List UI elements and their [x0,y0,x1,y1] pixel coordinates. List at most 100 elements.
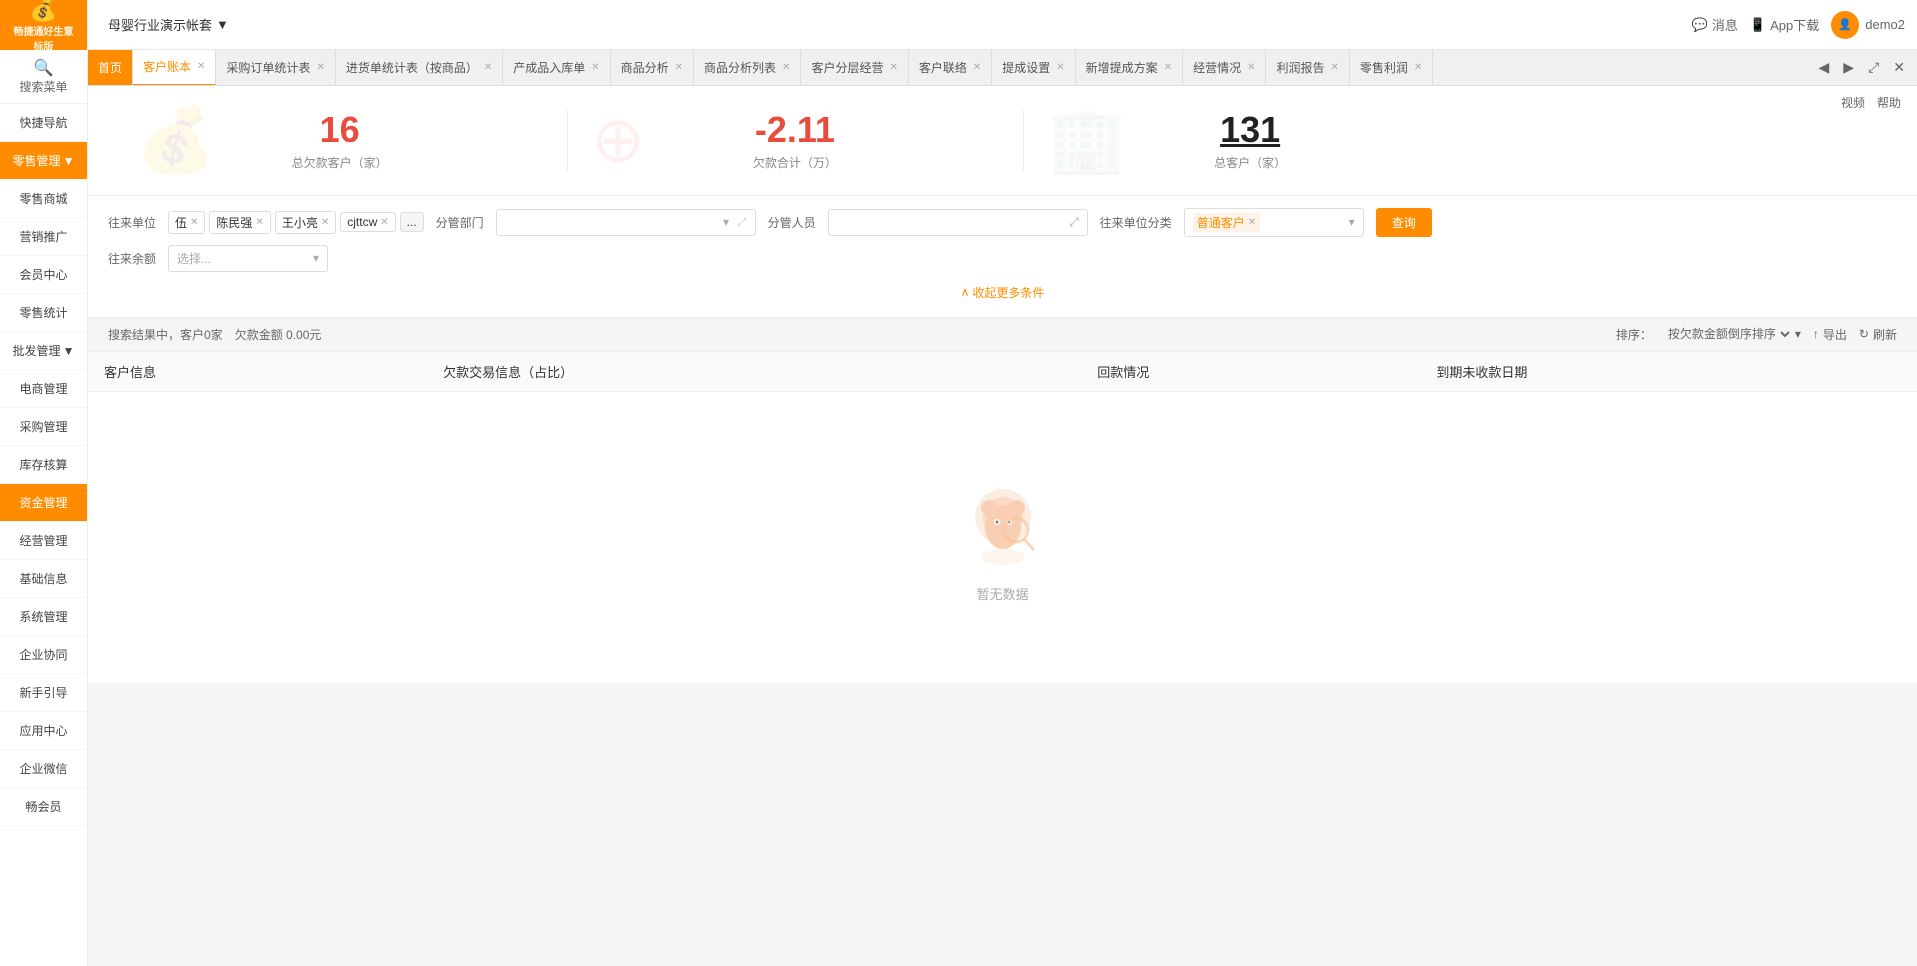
tab-business-status[interactable]: 经营情况 ✕ [1183,50,1266,86]
sidebar-item-batch-mgmt[interactable]: 批发管理 ▼ [0,332,87,370]
col-customer-info: 客户信息 [88,352,427,392]
tabbar: 首页 客户账本 ✕ 采购订单统计表 ✕ 进货单统计表（按商品） ✕ 产成品入库单… [88,50,1917,86]
tab-product-analysis-list[interactable]: 商品分析列表 ✕ [694,50,801,86]
filter-row-1: 往来单位 伍 ✕ 陈民强 ✕ 王小亮 ✕ cjttcw [108,208,1897,237]
filter-balance-select[interactable]: 选择... ▾ [168,245,328,272]
sidebar-search[interactable]: 🔍 搜索菜单 [0,50,87,104]
sidebar-item-quick-nav[interactable]: 快捷导航 [0,104,87,142]
tab-promotion-settings-close[interactable]: ✕ [1056,62,1064,73]
filter-category-selected: 普通客户 ✕ [1193,213,1260,232]
tab-customer-tier-close[interactable]: ✕ [889,62,897,73]
collapse-btn[interactable]: ∧ 收起更多条件 [961,280,1045,305]
app-download-btn[interactable]: 📱 App下载 [1750,15,1819,34]
tab-product-analysis-close[interactable]: ✕ [675,62,683,73]
tab-expand-btn[interactable]: ⤢ [1864,57,1883,78]
sidebar-item-vip[interactable]: 畅会员 [0,788,87,826]
tab-new-promotion-close[interactable]: ✕ [1164,62,1172,73]
new-guide-label: 新手引导 [19,686,67,700]
person-dropdown-arrow: ⤢ [1069,215,1079,230]
sidebar-item-member-center[interactable]: 会员中心 [0,256,87,294]
tab-customer-contact[interactable]: 客户联络 ✕ [909,50,992,86]
tab-promotion-settings-label: 提成设置 [1002,59,1050,76]
tab-purchase-order-close[interactable]: ✕ [316,62,324,73]
topbar-actions: 💬 消息 📱 App下载 👤 demo2 [1692,11,1905,39]
sidebar-item-new-guide[interactable]: 新手引导 [0,674,87,712]
tab-product-analysis[interactable]: 商品分析 ✕ [611,50,694,86]
help-link[interactable]: 帮助 [1877,94,1901,111]
filter-category-close[interactable]: ✕ [1248,217,1256,228]
sidebar-item-retail-mgmt[interactable]: 零售管理 ▼ [0,142,87,180]
tab-purchase-order[interactable]: 采购订单统计表 ✕ [216,50,335,86]
tab-profit-report[interactable]: 利润报告 ✕ [1266,50,1349,86]
stat-total-customers-label: 总客户（家） [1214,154,1286,171]
capital-label: 资金管理 [19,496,67,510]
tab-product-inbound-close[interactable]: ✕ [591,62,599,73]
sidebar-item-ecommerce[interactable]: 电商管理 [0,370,87,408]
sort-arrow: ▾ [1795,327,1801,341]
sidebar: 💰 畅捷通好生意 标版 🔍 搜索菜单 快捷导航 零售管理 ▼ 零售商城 营销推广… [0,0,88,966]
sidebar-item-inventory[interactable]: 库存核算 [0,446,87,484]
results-left: 搜索结果中，客户0家 欠款金额 0.00元 [108,326,321,343]
video-link[interactable]: 视频 [1841,94,1865,111]
query-button[interactable]: 查询 [1376,208,1432,237]
results-debt: 欠款金额 0.00元 [235,326,322,343]
sidebar-item-basic-info[interactable]: 基础信息 [0,560,87,598]
collapse-row: ∧ 收起更多条件 [108,280,1897,305]
user-profile-btn[interactable]: 👤 demo2 [1831,11,1905,39]
sort-select[interactable]: 按欠款金额倒序排序 ▾ [1664,326,1801,342]
tab-customer-account[interactable]: 客户账本 ✕ [133,50,216,86]
tab-incoming-stats[interactable]: 进货单统计表（按商品） ✕ [336,50,503,86]
filter-person-select[interactable]: ⤢ [828,209,1088,236]
tag2-close[interactable]: ✕ [255,217,263,228]
results-summary: 搜索结果中，客户0家 [108,326,223,343]
sidebar-item-system[interactable]: 系统管理 [0,598,87,636]
enterprise-wechat-label: 企业微信 [19,762,67,776]
tab-customer-tier[interactable]: 客户分层经营 ✕ [801,50,908,86]
tab-incoming-stats-close[interactable]: ✕ [484,62,492,73]
sidebar-item-app-center[interactable]: 应用中心 [0,712,87,750]
sidebar-item-retail-mall[interactable]: 零售商城 [0,180,87,218]
stat-debt-customers-value: 16 [320,110,360,150]
app-center-label: 应用中心 [19,724,67,738]
tag4-close[interactable]: ✕ [380,217,388,228]
tab-next-btn[interactable]: ▶ [1839,57,1858,78]
tag1-close[interactable]: ✕ [190,217,198,228]
messages-label: 消息 [1712,15,1738,34]
filter-dept-select[interactable]: ▾ ⤢ [496,209,756,236]
sidebar-item-sales-promo[interactable]: 营销推广 [0,218,87,256]
tab-home[interactable]: 首页 [88,50,133,86]
sidebar-item-enterprise-wechat[interactable]: 企业微信 [0,750,87,788]
tab-product-inbound[interactable]: 产成品入库单 ✕ [503,50,610,86]
tab-prev-btn[interactable]: ◀ [1815,57,1834,78]
tag3-close[interactable]: ✕ [321,217,329,228]
messages-btn[interactable]: 💬 消息 [1692,15,1738,34]
quick-nav-label: 快捷导航 [4,114,83,131]
sidebar-item-retail-stats[interactable]: 零售统计 [0,294,87,332]
sidebar-item-purchase[interactable]: 采购管理 [0,408,87,446]
member-center-label: 会员中心 [19,268,67,282]
filter-category-select[interactable]: 普通客户 ✕ ▾ [1184,208,1364,237]
sidebar-item-enterprise-collab[interactable]: 企业协同 [0,636,87,674]
tab-promotion-settings[interactable]: 提成设置 ✕ [992,50,1075,86]
sidebar-item-capital[interactable]: 资金管理 [0,484,87,522]
ecommerce-label: 电商管理 [19,382,67,396]
category-dropdown-arrow: ▾ [1349,215,1355,229]
refresh-btn[interactable]: ↻ 刷新 [1859,326,1897,343]
filter-category-selected-label: 普通客户 [1197,214,1245,231]
tab-retail-profit-close[interactable]: ✕ [1414,62,1422,73]
tab-new-promotion[interactable]: 新增提成方案 ✕ [1076,50,1183,86]
tag3-label: 王小亮 [282,214,318,231]
tab-retail-profit[interactable]: 零售利润 ✕ [1350,50,1433,86]
tab-close-all-btn[interactable]: ✕ [1889,57,1909,78]
tab-customer-contact-close[interactable]: ✕ [973,62,981,73]
sidebar-item-operations[interactable]: 经营管理 [0,522,87,560]
tab-customer-account-close[interactable]: ✕ [197,61,205,72]
sort-dropdown[interactable]: 按欠款金额倒序排序 [1664,326,1793,342]
tab-business-status-close[interactable]: ✕ [1247,62,1255,73]
filter-unit-tags: 伍 ✕ 陈民强 ✕ 王小亮 ✕ cjttcw ✕ [168,211,424,234]
account-selector[interactable]: 母婴行业演示帐套 ▼ [100,11,237,38]
tab-profit-report-close[interactable]: ✕ [1331,62,1339,73]
tab-product-analysis-list-close[interactable]: ✕ [782,62,790,73]
filter-tag-more[interactable]: ... [400,212,424,232]
export-btn[interactable]: ↑ 导出 [1813,326,1847,343]
